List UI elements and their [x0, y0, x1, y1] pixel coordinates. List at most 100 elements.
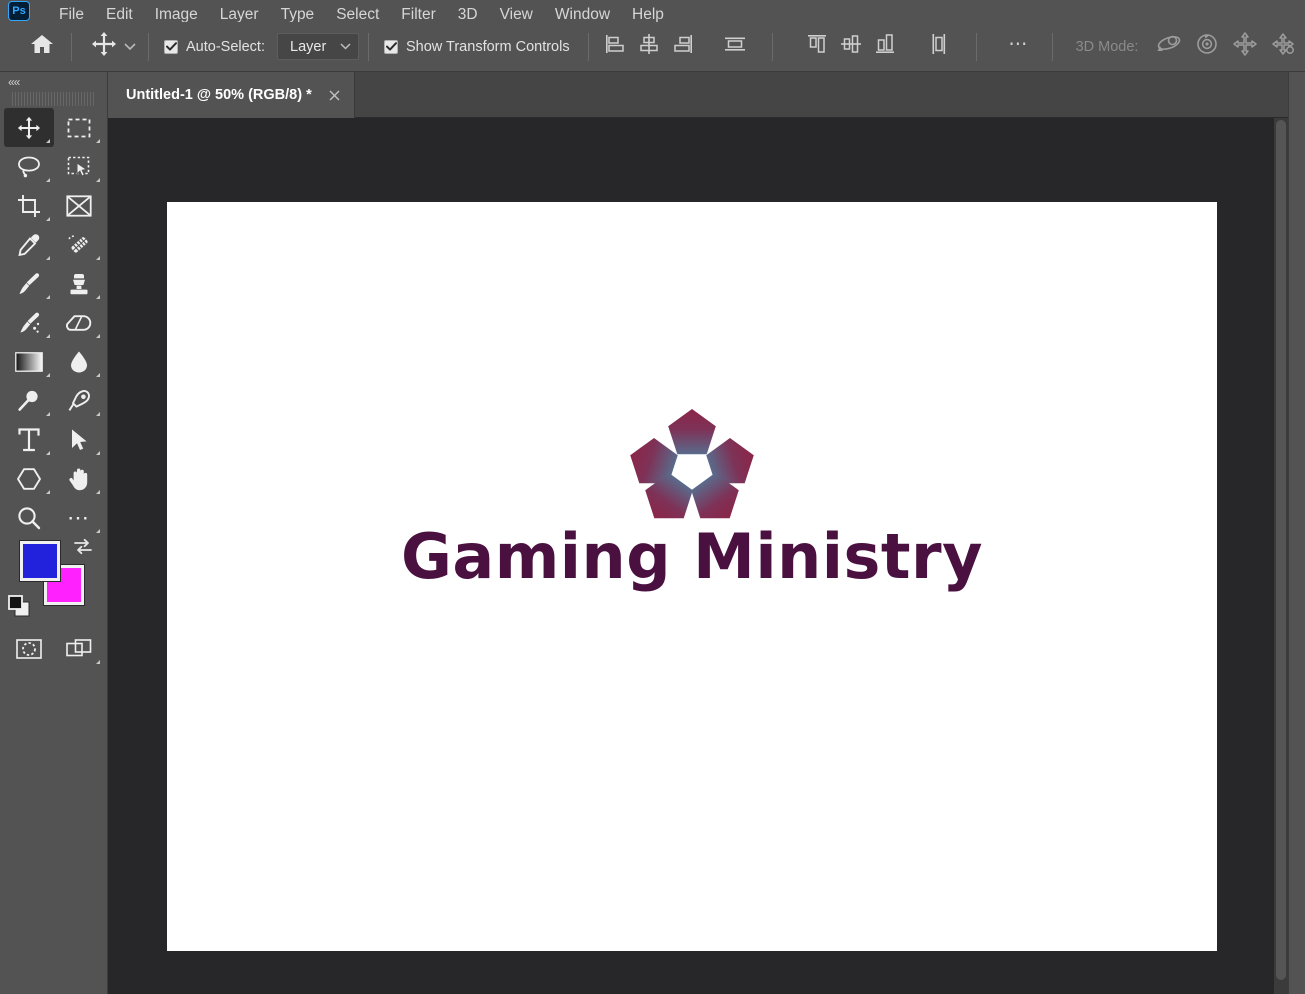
menu-image[interactable]: Image: [144, 2, 209, 22]
swap-colors-button[interactable]: [72, 537, 94, 557]
eyedropper-tool[interactable]: [4, 225, 54, 264]
menu-filter[interactable]: Filter: [390, 2, 446, 22]
scrollbar-thumb[interactable]: [1276, 120, 1286, 980]
marquee-icon: [67, 118, 91, 138]
auto-select-checkbox[interactable]: Auto-Select:: [164, 39, 265, 55]
auto-select-scope-value: Layer: [290, 38, 327, 55]
menu-file[interactable]: File: [48, 2, 95, 22]
flyout-indicator: [46, 217, 50, 221]
menu-3d[interactable]: 3D: [447, 2, 489, 22]
home-button[interactable]: [22, 27, 62, 67]
object-selection-tool[interactable]: [54, 147, 104, 186]
gradient-icon: [15, 351, 43, 372]
active-tool-button[interactable]: [87, 30, 121, 64]
move-tool[interactable]: [4, 108, 54, 147]
separator: [1051, 32, 1053, 61]
align-top-icon: [806, 33, 828, 60]
path-selection-tool[interactable]: [54, 420, 104, 459]
frame-tool[interactable]: [54, 186, 104, 225]
edit-toolbar-button[interactable]: ⋯: [54, 498, 104, 537]
roll-3d-object-button[interactable]: [1188, 30, 1226, 64]
default-colors-button[interactable]: [8, 595, 30, 617]
document-tab[interactable]: Untitled-1 @ 50% (RGB/8) *: [108, 72, 355, 118]
document-tab-title: Untitled-1 @ 50% (RGB/8) *: [126, 87, 312, 103]
foreground-color-swatch[interactable]: [19, 540, 61, 582]
dodge-tool[interactable]: [4, 381, 54, 420]
panel-drag-handle[interactable]: [12, 92, 95, 106]
flyout-indicator: [96, 334, 100, 338]
flyout-indicator: [46, 490, 50, 494]
clone-stamp-tool[interactable]: [54, 264, 104, 303]
canvas-area[interactable]: Gaming Ministry: [108, 118, 1288, 994]
separator: [368, 32, 369, 61]
rectangular-marquee-tool[interactable]: [54, 108, 104, 147]
path-arrow-icon: [69, 428, 89, 452]
orbit-3d-icon: [1156, 33, 1182, 60]
horizontal-type-tool[interactable]: [4, 420, 54, 459]
pan-3d-object-button[interactable]: [1226, 30, 1264, 64]
align-bottom-edges-button[interactable]: [868, 31, 902, 63]
slide-3d-object-button[interactable]: [1264, 30, 1302, 64]
photoshop-logo-icon: Ps: [8, 1, 30, 21]
polygon-tool[interactable]: [4, 459, 54, 498]
menu-edit[interactable]: Edit: [95, 2, 144, 22]
menu-type[interactable]: Type: [270, 2, 326, 22]
menu-view[interactable]: View: [489, 2, 544, 22]
quick-mask-icon: [16, 638, 42, 659]
close-icon[interactable]: [326, 86, 344, 104]
align-vertical-centers-button[interactable]: [834, 31, 868, 63]
align-center-h-icon: [638, 34, 660, 59]
brush-tool[interactable]: [4, 264, 54, 303]
quick-select-icon: [67, 156, 91, 178]
auto-select-scope-dropdown[interactable]: Layer: [277, 33, 359, 60]
zoom-tool[interactable]: [4, 498, 54, 537]
spot-healing-brush-tool[interactable]: [54, 225, 104, 264]
pen-icon: [67, 389, 91, 413]
logo-artwork: Gaming Ministry: [401, 406, 983, 593]
auto-select-label: Auto-Select:: [186, 38, 265, 55]
crop-tool[interactable]: [4, 186, 54, 225]
distribute-horizontally-button[interactable]: [718, 31, 752, 63]
tool-preset-dropdown[interactable]: [121, 32, 139, 62]
separator: [148, 32, 149, 61]
collapse-panel-button[interactable]: ««: [0, 72, 107, 92]
photoshop-window: Ps File Edit Image Layer Type Select Fil…: [0, 0, 1305, 994]
screen-mode-button[interactable]: [54, 629, 104, 668]
right-panel-dock[interactable]: [1288, 72, 1305, 994]
gradient-tool[interactable]: [4, 342, 54, 381]
align-right-icon: [672, 34, 694, 59]
history-brush-tool[interactable]: [4, 303, 54, 342]
rotate-3d-object-button[interactable]: [1150, 30, 1188, 64]
history-brush-icon: [17, 311, 41, 335]
align-left-edges-button[interactable]: [598, 31, 632, 63]
quick-mask-mode-button[interactable]: [4, 629, 54, 668]
blur-droplet-icon: [69, 350, 89, 374]
pen-tool[interactable]: [54, 381, 104, 420]
menu-layer[interactable]: Layer: [209, 2, 270, 22]
crop-icon: [17, 194, 41, 218]
home-icon: [30, 33, 54, 60]
color-swatches: [4, 537, 104, 623]
eraser-tool[interactable]: [54, 303, 104, 342]
3d-mode-label: 3D Mode:: [1075, 38, 1139, 55]
more-options-button[interactable]: ⋯: [1002, 31, 1036, 63]
pentagon-flower-mark-icon: [627, 406, 757, 524]
menu-window[interactable]: Window: [544, 2, 621, 22]
menu-bar: Ps File Edit Image Layer Type Select Fil…: [0, 0, 1305, 22]
menu-select[interactable]: Select: [325, 2, 390, 22]
lasso-tool[interactable]: [4, 147, 54, 186]
align-top-edges-button[interactable]: [800, 31, 834, 63]
align-right-edges-button[interactable]: [666, 31, 700, 63]
flyout-indicator: [96, 373, 100, 377]
align-horizontal-centers-button[interactable]: [632, 31, 666, 63]
flyout-indicator: [46, 451, 50, 455]
menu-help[interactable]: Help: [621, 2, 675, 22]
hand-tool[interactable]: [54, 459, 104, 498]
artboard[interactable]: Gaming Ministry: [167, 202, 1217, 951]
canvas-vertical-scrollbar[interactable]: [1274, 118, 1288, 994]
blur-tool[interactable]: [54, 342, 104, 381]
flyout-indicator: [46, 139, 50, 143]
flyout-indicator: [96, 529, 100, 533]
distribute-vertically-button[interactable]: [922, 31, 956, 63]
show-transform-controls-checkbox[interactable]: Show Transform Controls: [384, 39, 570, 55]
